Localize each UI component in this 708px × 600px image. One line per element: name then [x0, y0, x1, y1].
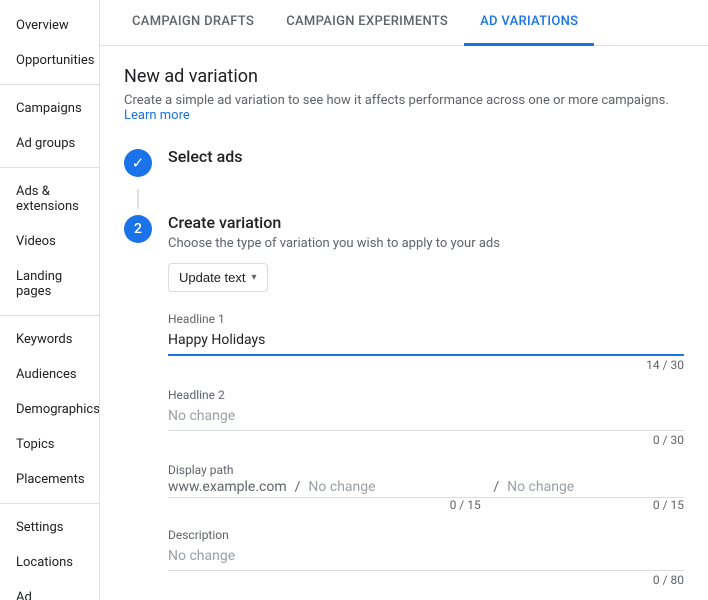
description-label: Description: [168, 528, 684, 542]
sidebar-item-videos[interactable]: Videos: [0, 224, 99, 259]
description-underline: [168, 570, 684, 571]
sidebar-item-overview[interactable]: Overview: [0, 8, 99, 43]
tab-campaign-drafts[interactable]: CAMPAIGN DRAFTS: [116, 0, 270, 46]
tab-campaign-experiments[interactable]: CAMPAIGN EXPERIMENTS: [270, 0, 464, 46]
display-path-segment2[interactable]: No change: [507, 479, 684, 495]
sidebar-item-landing-pages[interactable]: Landing pages: [0, 259, 99, 309]
display-path-field-group: Display path www.example.com / No change…: [168, 463, 684, 512]
sidebar-divider-4: [0, 503, 99, 504]
step-connector: [137, 189, 139, 209]
step-1: ✓ Select ads: [124, 147, 684, 177]
dropdown-label: Update text: [179, 270, 246, 285]
headline2-label: Headline 2: [168, 388, 684, 402]
step-1-icon: ✓: [124, 149, 152, 177]
headline1-field-group: Headline 1 Happy Holidays 14 / 30: [168, 312, 684, 372]
page-subtitle: Create a simple ad variation to see how …: [124, 93, 684, 123]
sidebar-item-campaigns[interactable]: Campaigns: [0, 91, 99, 126]
display-path-label: Display path: [168, 463, 684, 477]
description-value[interactable]: No change: [168, 544, 684, 568]
headline2-field-group: Headline 2 No change 0 / 30: [168, 388, 684, 447]
chevron-down-icon: ▾: [252, 272, 257, 283]
sidebar-item-placements[interactable]: Placements: [0, 462, 99, 497]
sidebar-item-settings[interactable]: Settings: [0, 510, 99, 545]
variation-description: Choose the type of variation you wish to…: [168, 236, 684, 251]
path-separator-2: /: [493, 479, 499, 495]
sidebar: Overview Opportunities Campaigns Ad grou…: [0, 0, 100, 600]
step-2-icon: 2: [124, 215, 152, 243]
checkmark-icon: ✓: [132, 154, 145, 172]
tab-ad-variations[interactable]: AD VARIATIONS: [464, 0, 594, 46]
sidebar-item-opportunities[interactable]: Opportunities: [0, 43, 99, 78]
headline1-label: Headline 1: [168, 312, 684, 326]
sidebar-item-demographics[interactable]: Demographics: [0, 392, 99, 427]
step-2: 2 Create variation Choose the type of va…: [124, 213, 684, 600]
description-counter: 0 / 80: [168, 573, 684, 587]
headline1-counter: 14 / 30: [168, 358, 684, 372]
sidebar-divider-2: [0, 167, 99, 168]
display-path-base: www.example.com: [168, 479, 287, 495]
sidebar-divider-1: [0, 84, 99, 85]
headline2-counter: 0 / 30: [168, 433, 684, 447]
content-area: New ad variation Create a simple ad vari…: [100, 46, 708, 600]
headline1-value[interactable]: Happy Holidays: [168, 328, 684, 352]
sidebar-item-ads-extensions[interactable]: Ads & extensions: [0, 174, 99, 224]
sidebar-item-audiences[interactable]: Audiences: [0, 357, 99, 392]
page-title: New ad variation: [124, 66, 684, 87]
headline2-value[interactable]: No change: [168, 404, 684, 428]
tab-bar: CAMPAIGN DRAFTS CAMPAIGN EXPERIMENTS AD …: [100, 0, 708, 46]
sidebar-item-ad-groups[interactable]: Ad groups: [0, 126, 99, 161]
sidebar-item-topics[interactable]: Topics: [0, 427, 99, 462]
display-path-segment1[interactable]: No change: [308, 479, 485, 495]
step-1-title: Select ads: [168, 147, 684, 166]
headline2-underline: [168, 430, 684, 431]
display-path-counter2: 0 / 15: [528, 498, 684, 512]
sidebar-item-keywords[interactable]: Keywords: [0, 322, 99, 357]
step-1-content: Select ads: [168, 147, 684, 170]
description-field-group: Description No change 0 / 80: [168, 528, 684, 587]
display-path-row: www.example.com / No change / No change: [168, 479, 684, 495]
sidebar-divider-3: [0, 315, 99, 316]
main-content: CAMPAIGN DRAFTS CAMPAIGN EXPERIMENTS AD …: [100, 0, 708, 600]
sidebar-item-ad-schedule[interactable]: Ad schedule: [0, 580, 99, 600]
path-separator-1: /: [295, 479, 301, 495]
sidebar-item-locations[interactable]: Locations: [0, 545, 99, 580]
step-2-content: Create variation Choose the type of vari…: [168, 213, 684, 600]
headline1-underline: [168, 354, 684, 356]
step-2-title: Create variation: [168, 213, 684, 232]
update-text-dropdown[interactable]: Update text ▾: [168, 263, 268, 292]
learn-more-link[interactable]: Learn more: [124, 108, 190, 123]
display-path-counter1: 0 / 15: [324, 498, 480, 512]
